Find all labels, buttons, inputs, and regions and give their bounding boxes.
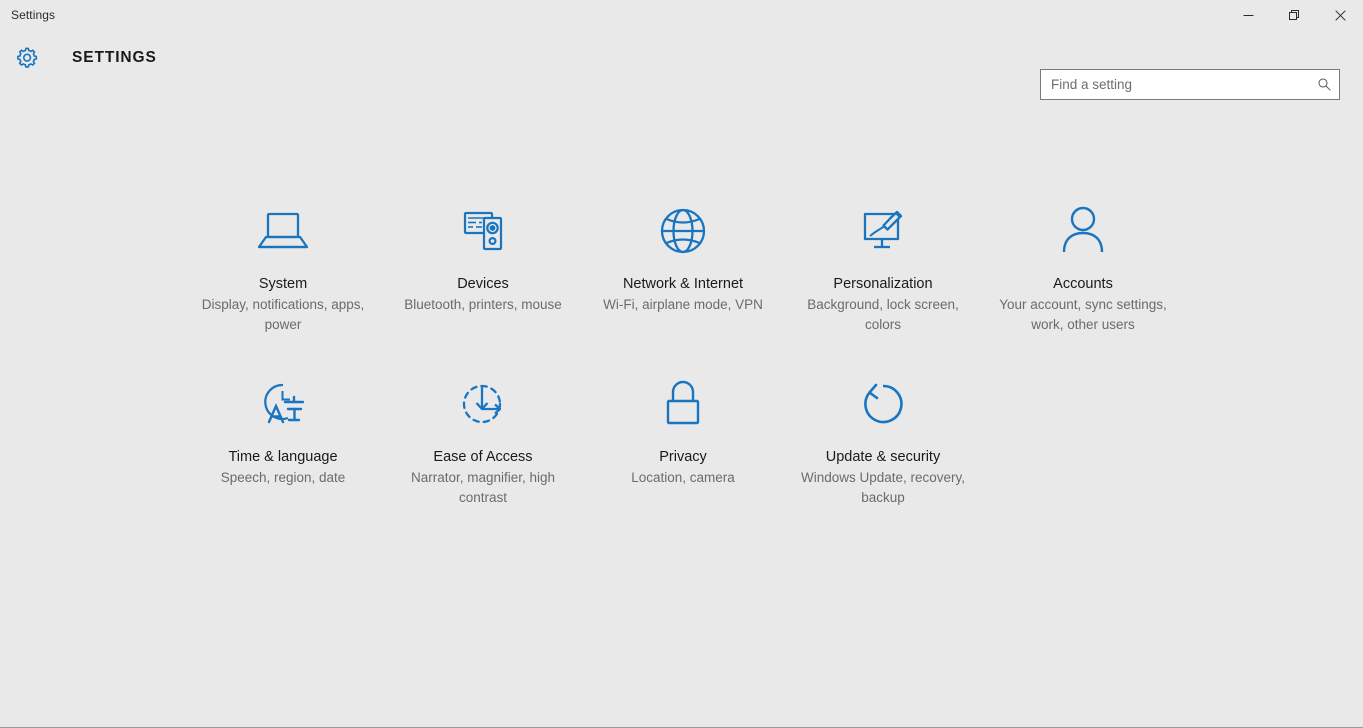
tile-description: Speech, region, date	[220, 470, 346, 485]
search-icon[interactable]	[1309, 70, 1339, 99]
refresh-circle-icon	[856, 373, 910, 435]
tile-title: Devices	[457, 276, 509, 292]
accessibility-circle-icon	[456, 373, 510, 435]
settings-tile-grid: System Display, notifications, apps, pow…	[183, 196, 1183, 542]
restore-button[interactable]	[1271, 0, 1317, 30]
padlock-icon	[660, 373, 706, 435]
tile-ease-of-access[interactable]: Ease of Access Narrator, magnifier, high…	[383, 369, 583, 508]
tile-description: Background, lock screen, colors	[807, 297, 959, 332]
tile-system[interactable]: System Display, notifications, apps, pow…	[183, 196, 383, 335]
tile-title: Privacy	[659, 449, 707, 465]
globe-icon	[658, 200, 708, 262]
tile-description: Windows Update, recovery, backup	[800, 470, 966, 505]
restore-icon	[1288, 9, 1300, 21]
close-button[interactable]	[1317, 0, 1363, 30]
window-controls	[1225, 0, 1363, 30]
tile-network-internet[interactable]: Network & Internet Wi-Fi, airplane mode,…	[583, 196, 783, 335]
window-title: Settings	[11, 8, 56, 22]
tile-description: Location, camera	[631, 470, 735, 485]
page-title: SETTINGS	[72, 49, 157, 66]
minimize-button[interactable]	[1225, 0, 1271, 30]
tile-time-language[interactable]: Time & language Speech, region, date	[183, 369, 383, 508]
tile-personalization[interactable]: Personalization Background, lock screen,…	[783, 196, 983, 335]
tile-title: Network & Internet	[622, 276, 744, 292]
tile-title: Personalization	[833, 276, 933, 292]
tile-accounts[interactable]: Accounts Your account, sync settings, wo…	[983, 196, 1183, 335]
clock-language-icon	[255, 373, 311, 435]
tile-title: Update & security	[825, 449, 941, 465]
minimize-icon	[1243, 10, 1254, 21]
keyboard-speaker-icon	[456, 200, 510, 262]
laptop-icon	[255, 200, 311, 262]
tile-description: Your account, sync settings, work, other…	[999, 297, 1167, 332]
tile-title: Time & language	[228, 449, 338, 465]
tile-update-security[interactable]: Update & security Windows Update, recove…	[783, 369, 983, 508]
person-icon	[1059, 200, 1107, 262]
search-input[interactable]	[1041, 70, 1309, 99]
close-icon	[1334, 9, 1346, 21]
search-box[interactable]	[1040, 69, 1340, 100]
tile-title: System	[258, 276, 308, 292]
tile-description: Wi-Fi, airplane mode, VPN	[603, 297, 763, 312]
window-title-bar: Settings	[0, 0, 1363, 30]
app-header: SETTINGS	[0, 30, 1363, 100]
tile-description: Display, notifications, apps, power	[201, 297, 365, 332]
tile-devices[interactable]: Devices Bluetooth, printers, mouse	[383, 196, 583, 335]
tile-title: Ease of Access	[433, 449, 533, 465]
tile-description: Bluetooth, printers, mouse	[404, 297, 562, 312]
tile-title: Accounts	[1053, 276, 1113, 292]
gear-icon[interactable]	[12, 43, 42, 73]
tile-description: Narrator, magnifier, high contrast	[410, 470, 556, 505]
tile-privacy[interactable]: Privacy Location, camera	[583, 369, 783, 508]
monitor-paintbrush-icon	[856, 200, 910, 262]
